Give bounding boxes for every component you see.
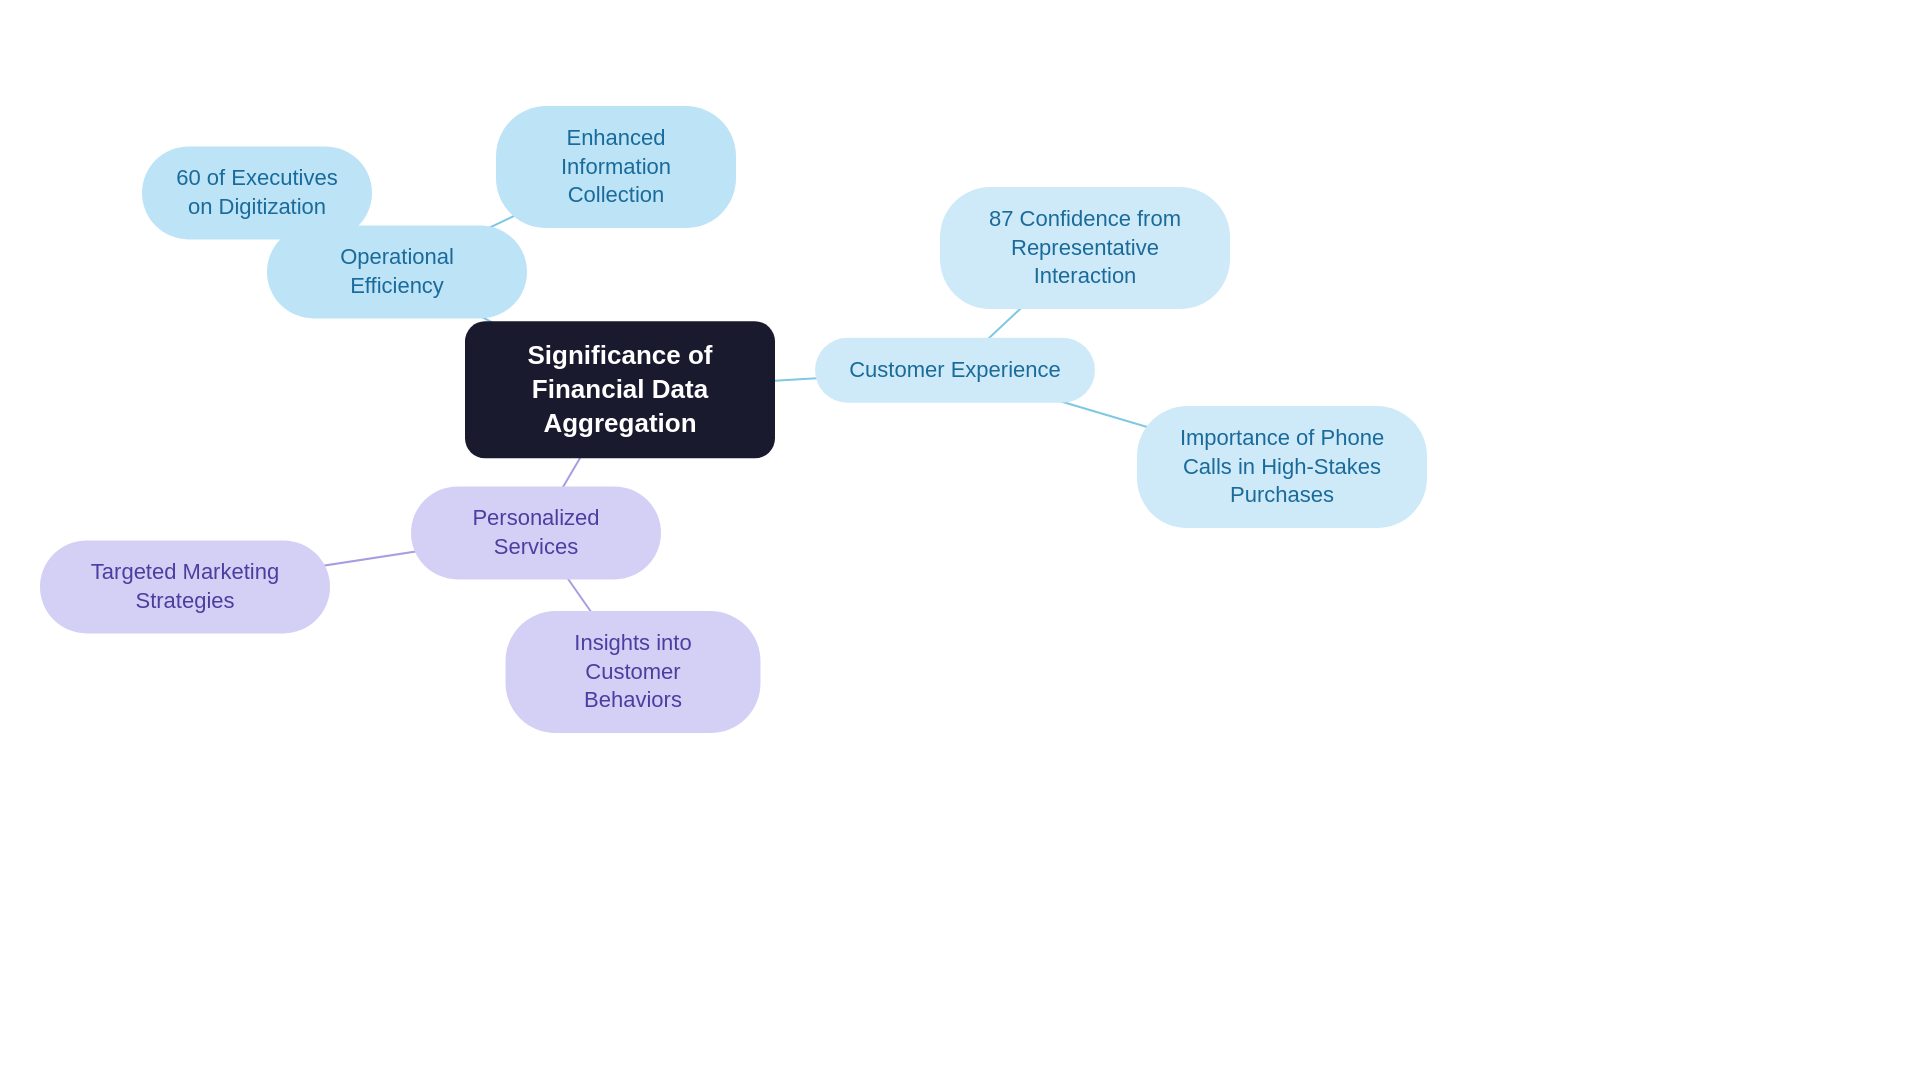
node-targeted[interactable]: Targeted Marketing Strategies xyxy=(40,540,330,633)
node-phone-calls[interactable]: Importance of Phone Calls in High-Stakes… xyxy=(1137,406,1427,528)
node-insights[interactable]: Insights into Customer Behaviors xyxy=(506,611,761,733)
node-customer-experience[interactable]: Customer Experience xyxy=(815,338,1095,403)
node-personalized[interactable]: Personalized Services xyxy=(411,486,661,579)
node-enhanced[interactable]: Enhanced Information Collection xyxy=(496,106,736,228)
center-node[interactable]: Significance of Financial Data Aggregati… xyxy=(465,321,775,458)
node-confidence[interactable]: 87 Confidence from Representative Intera… xyxy=(940,187,1230,309)
node-operational[interactable]: Operational Efficiency xyxy=(267,225,527,318)
